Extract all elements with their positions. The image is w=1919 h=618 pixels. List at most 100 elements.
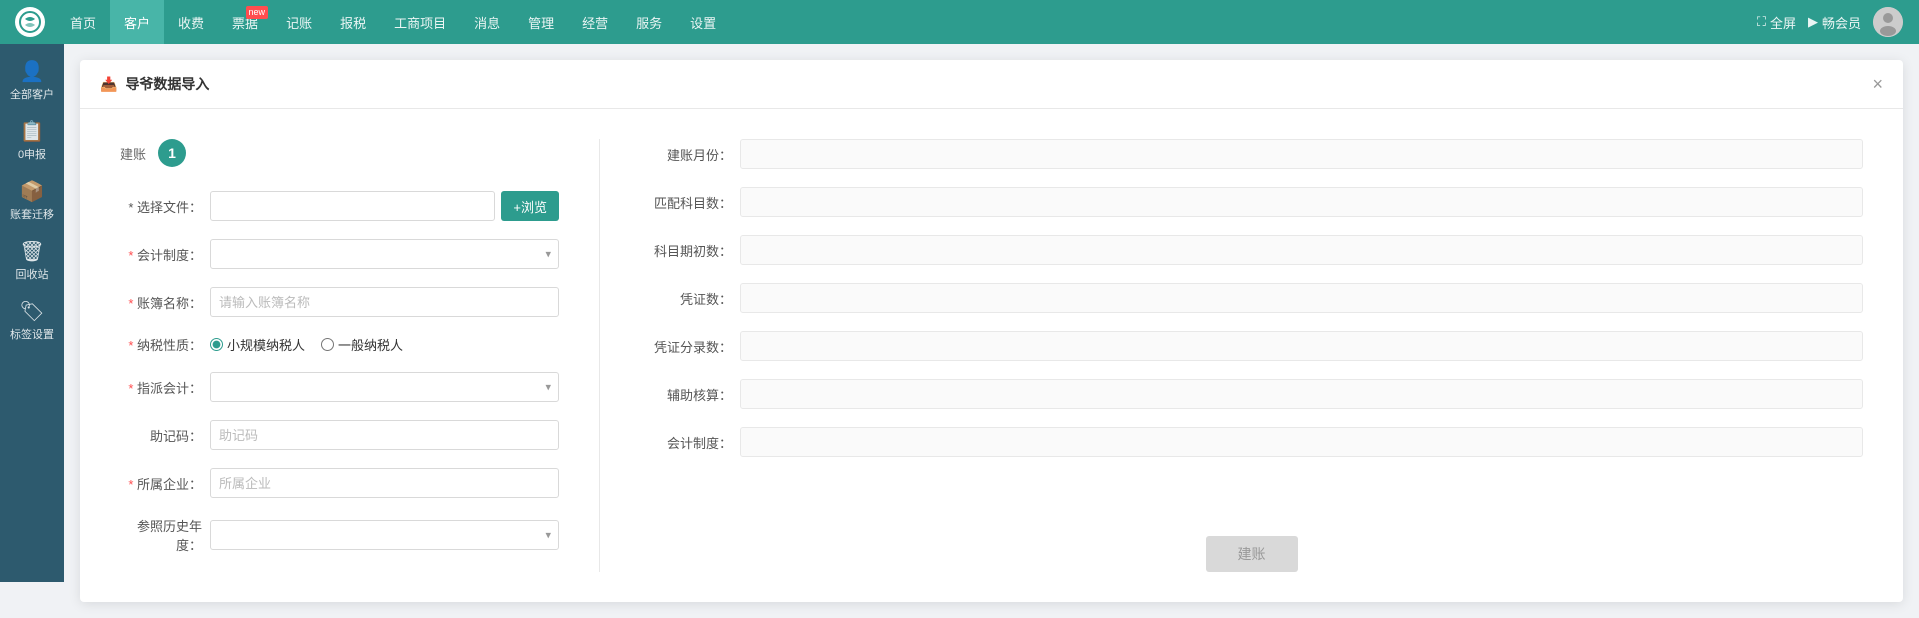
nav-manage[interactable]: 管理	[514, 0, 568, 44]
accounting-system-value	[740, 427, 1863, 457]
accounting-select-wrapper	[210, 239, 559, 269]
file-label: * 选择文件：	[120, 197, 210, 216]
accountant-row: 指派会计：	[120, 372, 559, 402]
import-icon: 📥	[100, 76, 117, 93]
accounting-label: 会计制度：	[120, 245, 210, 264]
sidebar-item-declare[interactable]: 📋 0申报	[0, 112, 64, 172]
tag-icon: 🏷	[19, 302, 44, 322]
nav-bookkeeping[interactable]: 记账	[272, 0, 326, 44]
period-opening-label: 科目期初数：	[640, 241, 740, 260]
nav-settings[interactable]: 设置	[676, 0, 730, 44]
tax-general-radio[interactable]	[321, 338, 334, 351]
tax-small-label[interactable]: 小规模纳税人	[210, 335, 305, 354]
play-icon: ▶	[1808, 14, 1818, 30]
tax-small-text: 小规模纳税人	[227, 335, 305, 354]
step-header: 建账 1	[120, 139, 559, 167]
memo-input[interactable]	[210, 420, 559, 450]
trash-icon: 🗑	[19, 242, 44, 262]
tax-radio-group: 小规模纳税人 一般纳税人	[210, 335, 559, 354]
memo-row: 助记码：	[120, 420, 559, 450]
import-dialog: 📥 导爷数据导入 × 建账 1 * 选择文件： +浏览	[80, 60, 1903, 602]
match-subjects-row: 匹配科目数：	[640, 187, 1863, 217]
dialog-title: 📥 导爷数据导入	[100, 74, 209, 94]
declare-icon: 📋	[20, 122, 45, 142]
logo-icon	[15, 7, 45, 37]
tax-general-label[interactable]: 一般纳税人	[321, 335, 403, 354]
dialog-body: 建账 1 * 选择文件： +浏览 会计制度：	[80, 109, 1903, 602]
nav-message[interactable]: 消息	[460, 0, 514, 44]
step-circle: 1	[158, 139, 186, 167]
voucher-records-label: 凭证分录数：	[640, 337, 740, 356]
accountant-select-wrapper	[210, 372, 559, 402]
nav-clients[interactable]: 客户	[110, 0, 164, 44]
file-input[interactable]	[210, 191, 495, 221]
auxiliary-label: 辅助核算：	[640, 385, 740, 404]
sidebar-item-tags[interactable]: 🏷 标签设置	[0, 292, 64, 352]
vip-button[interactable]: ▶ 畅会员	[1808, 13, 1861, 32]
match-subjects-label: 匹配科目数：	[640, 193, 740, 212]
info-section: 建账月份： 匹配科目数： 科目期初数： 凭证数：	[600, 139, 1863, 572]
dialog-close-button[interactable]: ×	[1872, 75, 1883, 93]
nav-business[interactable]: 工商项目	[380, 0, 460, 44]
migrate-icon: 📦	[20, 182, 45, 202]
match-subjects-value	[740, 187, 1863, 217]
sidebar-item-trash[interactable]: 🗑 回收站	[0, 232, 64, 292]
nav-service[interactable]: 服务	[622, 0, 676, 44]
step-label: 建账	[120, 144, 146, 163]
fullscreen-button[interactable]: ⛶ 全屏	[1757, 13, 1796, 32]
info-rows: 建账月份： 匹配科目数： 科目期初数： 凭证数：	[640, 139, 1863, 500]
ledger-name-label: 账簿名称：	[120, 293, 210, 312]
logo[interactable]	[8, 0, 52, 44]
accounting-system-label: 会计制度：	[640, 433, 740, 452]
build-month-label: 建账月份：	[640, 145, 740, 164]
accountant-select[interactable]	[210, 372, 559, 402]
browse-button[interactable]: +浏览	[501, 191, 559, 221]
ledger-name-control	[210, 287, 559, 317]
accountant-label: 指派会计：	[120, 378, 210, 397]
voucher-records-value	[740, 331, 1863, 361]
company-label: 所属企业：	[120, 474, 210, 493]
accounting-system-row: 会计制度：	[640, 427, 1863, 457]
sidebar-item-migrate[interactable]: 📦 账套迁移	[0, 172, 64, 232]
ledger-name-input[interactable]	[210, 287, 559, 317]
history-select-wrapper	[210, 520, 559, 550]
period-opening-value	[740, 235, 1863, 265]
period-opening-row: 科目期初数：	[640, 235, 1863, 265]
nav-operation[interactable]: 经营	[568, 0, 622, 44]
nav-items: 首页 客户 收费 票据 new 记账 报税 工商项目 消息 管理 经营 服务 设…	[56, 0, 1757, 44]
tax-type-row: 纳税性质： 小规模纳税人 一般纳税人	[120, 335, 559, 354]
file-input-group: +浏览	[210, 191, 559, 221]
auxiliary-value	[740, 379, 1863, 409]
history-select[interactable]	[210, 520, 559, 550]
build-month-value	[740, 139, 1863, 169]
company-row: 所属企业：	[120, 468, 559, 498]
nav-fees[interactable]: 收费	[164, 0, 218, 44]
auxiliary-row: 辅助核算：	[640, 379, 1863, 409]
nav-tickets[interactable]: 票据 new	[218, 0, 272, 44]
person-icon: 👤	[20, 62, 45, 82]
sidebar: 👤 全部客户 📋 0申报 📦 账套迁移 🗑 回收站 🏷 标签设置	[0, 44, 64, 582]
form-section: 建账 1 * 选择文件： +浏览 会计制度：	[120, 139, 600, 572]
company-input[interactable]	[210, 468, 559, 498]
tax-small-radio[interactable]	[210, 338, 223, 351]
user-avatar[interactable]	[1873, 7, 1903, 37]
tax-type-label: 纳税性质：	[120, 335, 210, 354]
voucher-records-row: 凭证分录数：	[640, 331, 1863, 361]
accounting-select[interactable]	[210, 239, 559, 269]
nav-right: ⛶ 全屏 ▶ 畅会员	[1757, 7, 1919, 37]
build-month-row: 建账月份：	[640, 139, 1863, 169]
dialog-header: 📥 导爷数据导入 ×	[80, 60, 1903, 109]
voucher-count-value	[740, 283, 1863, 313]
memo-control	[210, 420, 559, 450]
nav-home[interactable]: 首页	[56, 0, 110, 44]
accounting-row: 会计制度：	[120, 239, 559, 269]
sidebar-item-all-clients[interactable]: 👤 全部客户	[0, 52, 64, 112]
nav-tax[interactable]: 报税	[326, 0, 380, 44]
memo-label: 助记码：	[120, 426, 210, 445]
history-row: 参照历史年度：	[120, 516, 559, 554]
create-account-button[interactable]: 建账	[1206, 536, 1298, 572]
top-navigation: 首页 客户 收费 票据 new 记账 报税 工商项目 消息 管理 经营 服务 设…	[0, 0, 1919, 44]
history-label: 参照历史年度：	[120, 516, 210, 554]
fullscreen-icon: ⛶	[1757, 14, 1766, 30]
tax-general-text: 一般纳税人	[338, 335, 403, 354]
